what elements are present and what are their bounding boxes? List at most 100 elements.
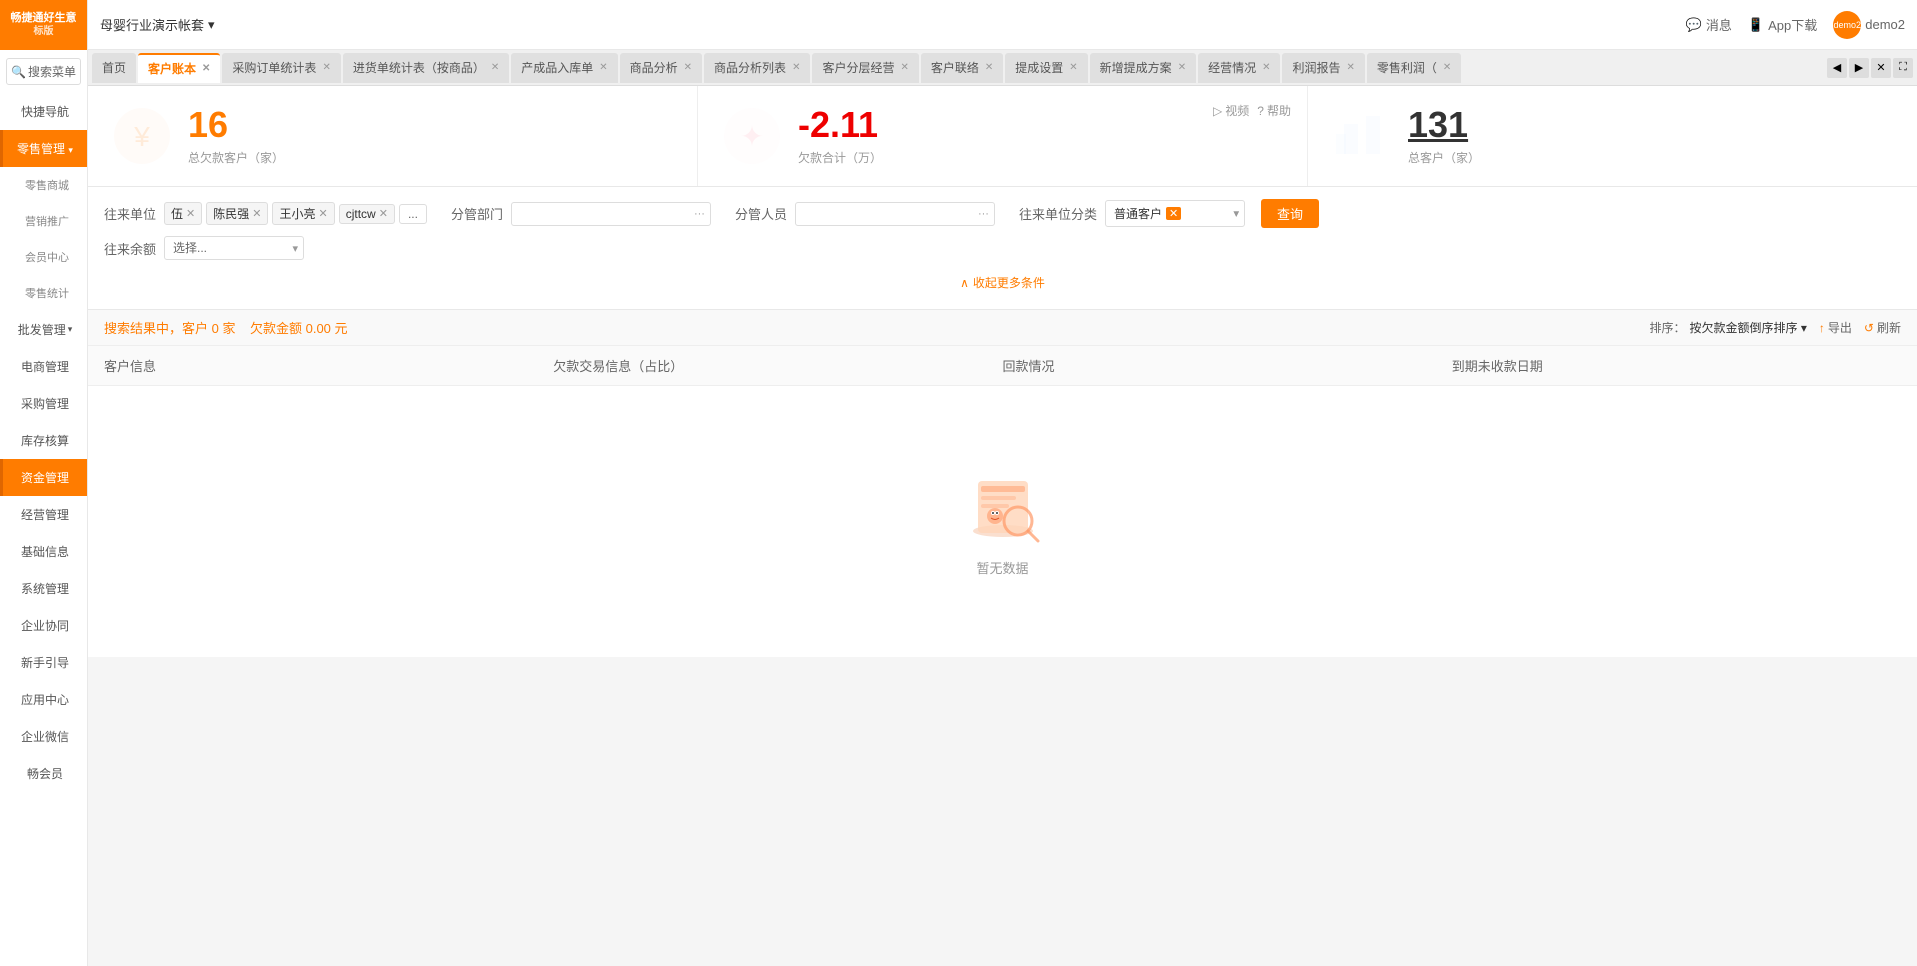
tab-close-icon[interactable]: ✕ <box>1178 62 1186 73</box>
user-menu[interactable]: demo2 demo2 <box>1833 11 1905 39</box>
tab-close-icon[interactable]: ✕ <box>599 62 607 73</box>
download-icon: 📱 <box>1748 17 1764 33</box>
stat-card-overdue-amount: ✦ -2.11 欠款合计（万） ▷ 视频 ? 帮助 <box>698 86 1308 186</box>
video-help-button[interactable]: ▷ 视频 <box>1213 102 1249 119</box>
filter-person-input[interactable] <box>795 202 995 226</box>
filter-unit-type-select[interactable]: 普通客户 ✕ <box>1105 200 1245 227</box>
sidebar-item-enterprise[interactable]: 企业协同 <box>0 607 87 644</box>
stat-icon-badge: ✦ <box>722 106 782 166</box>
sidebar-item-system[interactable]: 系统管理 <box>0 570 87 607</box>
refresh-button[interactable]: ↺ 刷新 <box>1864 319 1901 336</box>
tab-right-arrow[interactable]: ▶ <box>1849 58 1869 78</box>
tab-purchase-by-product[interactable]: 进货单统计表（按商品） ✕ <box>343 53 509 83</box>
filter-dept-input[interactable] <box>511 202 711 226</box>
filter-remainder-select[interactable]: 选择... <box>164 236 304 260</box>
sidebar-item-member[interactable]: 会员中心 <box>0 239 87 275</box>
tab-operations[interactable]: 经营情况 ✕ <box>1198 53 1280 83</box>
tab-product-inbound[interactable]: 产成品入库单 ✕ <box>511 53 617 83</box>
filter-dept-wrap: ··· <box>511 202 711 226</box>
logo: 畅捷通好生意 标版 <box>0 0 87 50</box>
sidebar-item-guide[interactable]: 新手引导 <box>0 644 87 681</box>
stat-icon-building <box>1332 106 1392 166</box>
tab-retail-profit[interactable]: 零售利润（ ✕ <box>1367 53 1461 83</box>
tab-profit-report[interactable]: 利润报告 ✕ <box>1282 53 1364 83</box>
tab-close-icon[interactable]: ✕ <box>202 63 210 74</box>
tab-purchase-stats[interactable]: 采购订单统计表 ✕ <box>222 53 340 83</box>
tab-close-icon[interactable]: ✕ <box>684 62 692 73</box>
sidebar-item-retail[interactable]: 零售管理 ▾ <box>0 130 87 167</box>
sidebar-item-member-vip[interactable]: 畅会员 <box>0 755 87 792</box>
tab-new-commission[interactable]: 新增提成方案 ✕ <box>1090 53 1196 83</box>
sidebar-item-marketing[interactable]: 营销推广 <box>0 203 87 239</box>
tab-product-analysis[interactable]: 商品分析 ✕ <box>620 53 702 83</box>
sidebar-item-inventory[interactable]: 库存核算 <box>0 422 87 459</box>
stat-label-total: 总客户（家） <box>1408 149 1480 166</box>
filter-tag-close-4[interactable]: ✕ <box>379 207 388 220</box>
filter-person-more-icon[interactable]: ··· <box>978 208 989 220</box>
sidebar-item-quick-nav[interactable]: 快捷导航 <box>0 93 87 130</box>
search-menu-button[interactable]: 🔍 搜索菜单 <box>6 58 81 85</box>
tab-close-icon[interactable]: ✕ <box>900 62 908 73</box>
tab-product-analysis-list[interactable]: 商品分析列表 ✕ <box>704 53 810 83</box>
filter-more-tags-button[interactable]: ... <box>399 204 427 224</box>
tab-close-icon[interactable]: ✕ <box>792 62 800 73</box>
sidebar-item-retail-mall[interactable]: 零售商城 <box>0 167 87 203</box>
filter-tag-3: 王小亮 ✕ <box>272 202 334 225</box>
tab-customer-ledger[interactable]: 客户账本 ✕ <box>138 53 220 83</box>
filter-dept-more-icon[interactable]: ··· <box>694 208 705 220</box>
tab-close-icon[interactable]: ✕ <box>1347 62 1355 73</box>
table-container: 客户信息 欠款交易信息（占比） 回款情况 到期未收款日期 <box>88 346 1917 657</box>
tab-left-arrow[interactable]: ◀ <box>1827 58 1847 78</box>
filter-unit-type-clear[interactable]: ✕ <box>1166 207 1181 220</box>
collapse-button[interactable]: ∧ 收起更多条件 <box>104 268 1901 297</box>
sidebar-item-finance[interactable]: 资金管理 <box>0 459 87 496</box>
sidebar-item-wechat[interactable]: 企业微信 <box>0 718 87 755</box>
stat-info-amount: -2.11 欠款合计（万） <box>798 107 882 166</box>
sidebar-item-purchase[interactable]: 采购管理 <box>0 385 87 422</box>
stats-row: ¥ 16 总欠款客户（家） ✦ -2.11 欠款合计（万） <box>88 86 1917 187</box>
chevron-down-icon: ▾ <box>68 324 73 335</box>
tab-fullscreen[interactable]: ⛶ <box>1893 58 1913 78</box>
empty-state: 暂无数据 <box>88 386 1917 657</box>
tab-home[interactable]: 首页 <box>92 53 136 83</box>
sidebar-item-retail-stats[interactable]: 零售统计 <box>0 275 87 311</box>
filter-remainder-wrap: 选择... <box>164 236 304 260</box>
sidebar-item-app-center[interactable]: 应用中心 <box>0 681 87 718</box>
filter-tag-close-3[interactable]: ✕ <box>319 207 328 220</box>
sidebar-item-wholesale[interactable]: 批发管理 ▾ <box>0 311 87 348</box>
topbar-left: 母婴行业演示帐套 ▾ <box>100 15 215 34</box>
tab-close-icon[interactable]: ✕ <box>322 62 330 73</box>
sidebar-item-operations[interactable]: 经营管理 <box>0 496 87 533</box>
sidebar-item-basic-info[interactable]: 基础信息 <box>0 533 87 570</box>
tab-close-icon[interactable]: ✕ <box>985 62 993 73</box>
sidebar-item-ecommerce[interactable]: 电商管理 <box>0 348 87 385</box>
filter-person-wrap: ··· <box>795 202 995 226</box>
tab-arrows: ◀ ▶ ✕ ⛶ <box>1827 58 1913 78</box>
tab-commission-settings[interactable]: 提成设置 ✕ <box>1005 53 1087 83</box>
table-col-customer-info: 客户信息 <box>104 356 553 375</box>
message-button[interactable]: 💬 消息 <box>1686 15 1732 34</box>
stat-card-total-customers: 131 总客户（家） <box>1308 86 1917 186</box>
tab-close-icon[interactable]: ✕ <box>491 62 499 73</box>
filter-row-1: 往来单位 伍 ✕ 陈民强 ✕ 王小亮 ✕ cjttcw <box>104 199 1901 228</box>
export-button[interactable]: ↑ 导出 <box>1819 319 1852 336</box>
sort-select[interactable]: 按欠款金额倒序排序 ▾ <box>1690 319 1807 336</box>
filter-tag-close-1[interactable]: ✕ <box>186 207 195 220</box>
filter-tag-close-2[interactable]: ✕ <box>252 207 261 220</box>
avatar: demo2 <box>1833 11 1861 39</box>
tab-close-icon[interactable]: ✕ <box>1069 62 1077 73</box>
tab-close-all[interactable]: ✕ <box>1871 58 1891 78</box>
filter-unit-type-wrap: 普通客户 ✕ ▾ <box>1105 200 1245 227</box>
empty-icon <box>953 466 1053 546</box>
app-download-button[interactable]: 📱 App下载 <box>1748 15 1817 34</box>
tab-bar: 首页 客户账本 ✕ 采购订单统计表 ✕ 进货单统计表（按商品） ✕ 产成品入库单… <box>88 50 1917 86</box>
tab-customer-contact[interactable]: 客户联络 ✕ <box>921 53 1003 83</box>
help-button[interactable]: ? 帮助 <box>1257 102 1291 119</box>
store-selector[interactable]: 母婴行业演示帐套 ▾ <box>100 15 215 34</box>
stat-value-overdue: 16 <box>188 107 284 143</box>
tab-customer-tier[interactable]: 客户分层经营 ✕ <box>812 53 918 83</box>
tab-close-icon[interactable]: ✕ <box>1443 62 1451 73</box>
query-button[interactable]: 查询 <box>1261 199 1319 228</box>
tab-close-icon[interactable]: ✕ <box>1262 62 1270 73</box>
table-header: 客户信息 欠款交易信息（占比） 回款情况 到期未收款日期 <box>88 346 1917 386</box>
